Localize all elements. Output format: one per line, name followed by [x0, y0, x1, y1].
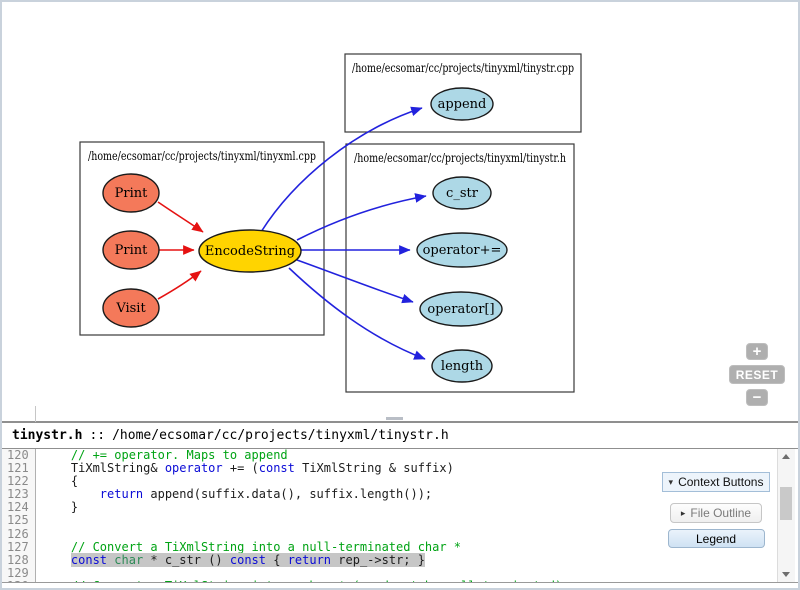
- scrollbar-up-arrow-icon[interactable]: [782, 454, 790, 459]
- node-label-operator-pluseq: operator+=: [423, 243, 502, 258]
- scrollbar-thumb[interactable]: [780, 487, 792, 520]
- node-label-print-1: Print: [115, 186, 148, 201]
- node-print-1[interactable]: Print: [102, 173, 160, 213]
- code-header-separator: ::: [89, 428, 106, 443]
- node-append[interactable]: append: [430, 87, 494, 121]
- collapse-caret-icon: ▾: [668, 476, 674, 487]
- pane-splitter[interactable]: [2, 406, 798, 423]
- codequery-window: /home/ecsomar/cc/projects/tinyxml/tinyxm…: [0, 0, 800, 590]
- code-line: 128 const char * c_str () const { return…: [2, 552, 778, 567]
- scrollbar-down-arrow-icon[interactable]: [782, 572, 790, 577]
- cluster-title-tinystr-cpp: /home/ecsomar/cc/projects/tinyxml/tinyst…: [352, 61, 574, 75]
- code-header-filepath: /home/ecsomar/cc/projects/tinyxml/tinyst…: [112, 428, 449, 443]
- node-visit[interactable]: Visit: [102, 288, 160, 328]
- context-buttons-panel: ▾ Context Buttons ▸ File Outline Legend: [661, 472, 771, 548]
- zoom-in-button[interactable]: +: [746, 343, 768, 360]
- node-c_str[interactable]: c_str: [432, 176, 492, 210]
- splitter-grip-icon[interactable]: [386, 417, 403, 420]
- node-operator-pluseq[interactable]: operator+=: [416, 232, 508, 268]
- file-outline-button-label: File Outline: [690, 506, 752, 520]
- context-buttons-header[interactable]: ▾ Context Buttons: [662, 472, 770, 492]
- line-number: 126: [2, 527, 36, 541]
- cluster-title-tinyxml-cpp: /home/ecsomar/cc/projects/tinyxml/tinyxm…: [88, 149, 316, 163]
- node-label-length: length: [441, 359, 484, 374]
- line-number: 128: [2, 553, 36, 567]
- graph-zoom-controls: + RESET −: [729, 343, 785, 406]
- node-label-print-2: Print: [115, 243, 148, 258]
- splitter-tick: [35, 406, 36, 422]
- legend-button-label: Legend: [695, 531, 737, 546]
- node-label-c_str: c_str: [446, 186, 479, 201]
- node-label-visit: Visit: [115, 301, 146, 316]
- call-graph-pane: /home/ecsomar/cc/projects/tinyxml/tinyxm…: [2, 2, 798, 421]
- context-buttons-title: Context Buttons: [678, 475, 764, 489]
- code-header-filename: tinystr.h: [12, 428, 83, 443]
- line-number: 129: [2, 566, 36, 580]
- call-graph-svg: /home/ecsomar/cc/projects/tinyxml/tinyxm…: [79, 53, 582, 393]
- node-label-encodestring: EncodeString: [205, 244, 295, 259]
- code-line: 130 // Convert a TiXmlString into a char…: [2, 579, 778, 582]
- node-operator-brackets[interactable]: operator[]: [419, 291, 503, 327]
- node-print-2[interactable]: Print: [102, 230, 160, 270]
- node-label-operator-brackets: operator[]: [427, 302, 494, 317]
- node-label-append: append: [438, 97, 487, 112]
- expand-caret-icon: ▸: [680, 507, 686, 518]
- node-encodestring[interactable]: EncodeString: [198, 229, 302, 273]
- line-number: 127: [2, 540, 36, 554]
- legend-button[interactable]: Legend: [667, 529, 765, 548]
- line-number: 130: [2, 579, 36, 582]
- zoom-out-button[interactable]: −: [746, 389, 768, 406]
- file-outline-button[interactable]: ▸ File Outline: [670, 503, 762, 523]
- zoom-reset-button[interactable]: RESET: [729, 365, 785, 384]
- cluster-title-tinystr-h: /home/ecsomar/cc/projects/tinyxml/tinyst…: [354, 151, 566, 165]
- code-viewer-pane: 120 // += operator. Maps to append 121 Ti…: [2, 449, 798, 583]
- node-length[interactable]: length: [431, 349, 493, 383]
- code-viewer-header: tinystr.h :: /home/ecsomar/cc/projects/t…: [2, 423, 798, 449]
- code-scrollbar[interactable]: [777, 449, 795, 582]
- line-number: 125: [2, 514, 36, 528]
